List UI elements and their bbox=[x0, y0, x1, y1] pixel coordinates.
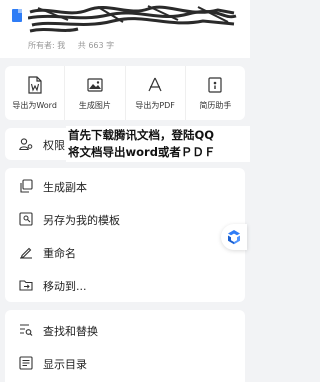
move-folder-icon bbox=[19, 280, 33, 291]
menu-item-label: 移动到... bbox=[43, 280, 87, 293]
export-word-label: 导出为Word bbox=[12, 101, 57, 110]
permission-icon bbox=[19, 138, 33, 151]
pdf-icon bbox=[148, 77, 162, 92]
word-file-icon bbox=[28, 76, 42, 94]
document-icon bbox=[12, 9, 22, 22]
document-header: 所有者: 我 共 663 字 bbox=[0, 0, 250, 58]
overlay-line-1: 首先下载腾讯文档，登陆QQ bbox=[68, 128, 215, 142]
export-pdf-label: 导出为PDF bbox=[135, 101, 175, 110]
export-pdf-button[interactable]: 导出为PDF bbox=[126, 66, 186, 120]
owner-label: 所有者: 我 bbox=[28, 41, 66, 50]
resume-helper-label: 简历助手 bbox=[199, 101, 232, 110]
menu-item-toc[interactable]: 显示目录 bbox=[5, 347, 245, 380]
menu-item-label: 另存为我的模板 bbox=[43, 214, 120, 227]
menu-item-label: 查找和替换 bbox=[43, 325, 98, 338]
menu-item-label: 生成副本 bbox=[43, 181, 87, 194]
word-count: 共 663 字 bbox=[77, 41, 115, 50]
generate-image-label: 生成图片 bbox=[78, 101, 111, 110]
instruction-overlay: 首先下载腾讯文档，登陆QQ 将文档导出word或者ＰＤＦ bbox=[66, 126, 250, 162]
resume-icon bbox=[208, 77, 222, 93]
toc-icon bbox=[19, 356, 33, 370]
actions-menu: 生成副本 另存为我的模板 重命名 移动到... bbox=[5, 168, 245, 302]
image-icon bbox=[87, 78, 103, 92]
redacted-title bbox=[28, 5, 237, 33]
view-menu: 查找和替换 显示目录 bbox=[5, 310, 245, 382]
menu-item-find-replace[interactable]: 查找和替换 bbox=[5, 314, 245, 347]
menu-item-rename[interactable]: 重命名 bbox=[5, 236, 245, 269]
copy-icon bbox=[20, 179, 33, 193]
generate-image-button[interactable]: 生成图片 bbox=[65, 66, 126, 120]
menu-item-copy[interactable]: 生成副本 bbox=[5, 170, 245, 203]
permission-label: 权限 bbox=[43, 139, 65, 152]
find-replace-icon bbox=[20, 324, 33, 336]
menu-item-move[interactable]: 移动到... bbox=[5, 269, 245, 302]
menu-item-save-template[interactable]: 另存为我的模板 bbox=[5, 203, 245, 236]
overlay-line-2: 将文档导出word或者ＰＤＦ bbox=[68, 145, 216, 159]
export-word-button[interactable]: 导出为Word bbox=[5, 66, 66, 120]
menu-item-label: 显示目录 bbox=[43, 358, 87, 371]
export-options-card: 导出为Word 生成图片 导出为PDF 简历助手 bbox=[5, 66, 245, 120]
template-icon bbox=[19, 212, 33, 226]
menu-item-label: 重命名 bbox=[43, 247, 76, 260]
rename-icon bbox=[20, 247, 32, 259]
assistant-logo-icon bbox=[228, 230, 240, 245]
floating-assistant-button[interactable] bbox=[221, 224, 247, 250]
document-meta: 所有者: 我 共 663 字 bbox=[28, 40, 124, 51]
resume-helper-button[interactable]: 简历助手 bbox=[186, 66, 245, 120]
